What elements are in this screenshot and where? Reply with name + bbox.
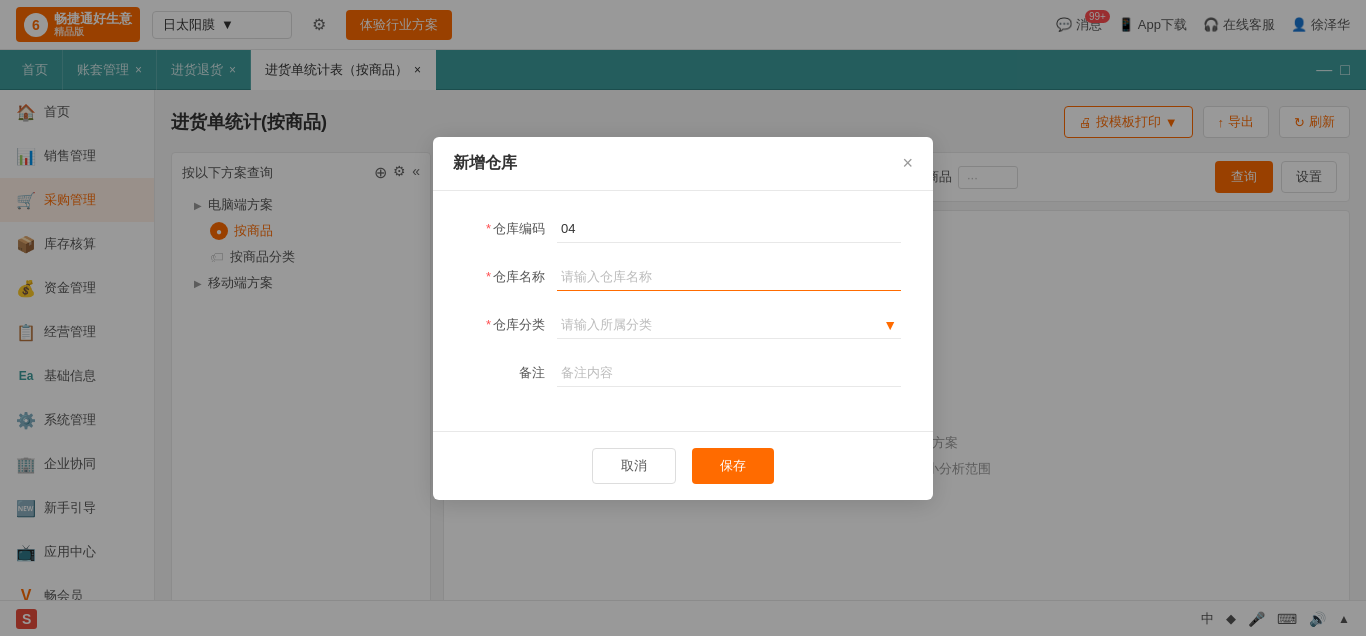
dialog-header: 新增仓库 × (433, 137, 933, 191)
dialog-footer: 取消 保存 (433, 431, 933, 500)
cancel-button[interactable]: 取消 (592, 448, 676, 484)
category-input[interactable] (557, 311, 901, 339)
dialog-overlay: 新增仓库 × 仓库编码 仓库名称 仓库分类 ▼ (0, 0, 1366, 636)
name-input[interactable] (557, 263, 901, 291)
dialog-title: 新增仓库 (453, 153, 517, 174)
save-button[interactable]: 保存 (692, 448, 774, 484)
form-row-name: 仓库名称 (465, 263, 901, 291)
name-label: 仓库名称 (465, 268, 545, 286)
code-label: 仓库编码 (465, 220, 545, 238)
form-row-remark: 备注 (465, 359, 901, 387)
dialog-body: 仓库编码 仓库名称 仓库分类 ▼ 备注 (433, 191, 933, 431)
category-label: 仓库分类 (465, 316, 545, 334)
remark-label: 备注 (465, 364, 545, 382)
code-input[interactable] (557, 215, 901, 243)
form-row-code: 仓库编码 (465, 215, 901, 243)
category-select-wrapper: ▼ (557, 311, 901, 339)
dialog-close-button[interactable]: × (902, 153, 913, 174)
remark-input[interactable] (557, 359, 901, 387)
form-row-category: 仓库分类 ▼ (465, 311, 901, 339)
add-warehouse-dialog: 新增仓库 × 仓库编码 仓库名称 仓库分类 ▼ (433, 137, 933, 500)
